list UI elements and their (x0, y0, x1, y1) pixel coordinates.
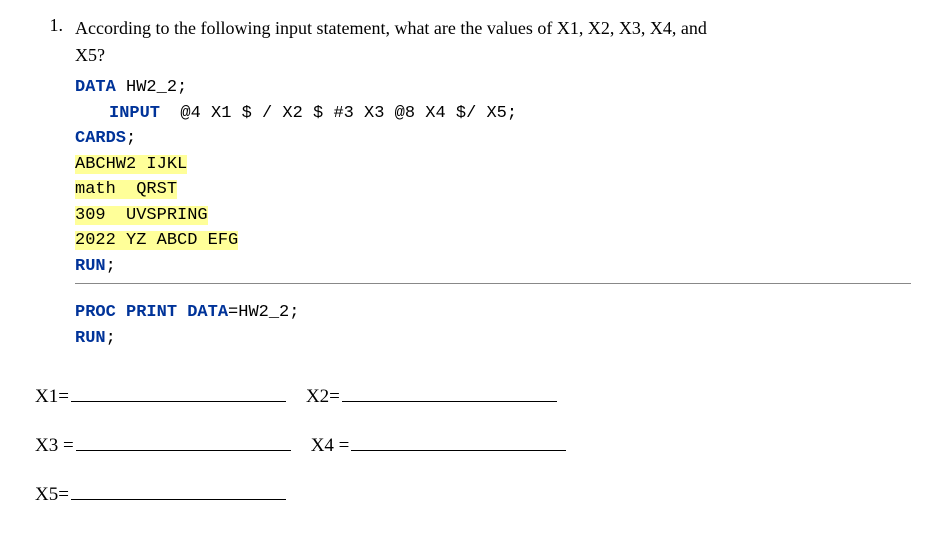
code-line-proc: PROC PRINT DATA=HW2_2; (75, 300, 911, 326)
code-line-run-2: RUN; (75, 326, 911, 352)
code-line-data: DATA HW2_2; (75, 75, 911, 101)
answer-blank-x3[interactable] (76, 430, 291, 451)
keyword-run: RUN (75, 257, 106, 276)
answer-blank-x5[interactable] (71, 479, 286, 500)
answer-blank-x2[interactable] (342, 381, 557, 402)
code-line-input: INPUT @4 X1 $ / X2 $ #3 X3 @8 X4 $/ X5; (75, 101, 911, 127)
keyword-data: DATA (75, 78, 116, 97)
question-text: According to the following input stateme… (75, 15, 911, 69)
answer-label-x1: X1= (35, 386, 69, 408)
answers-section: X1= X2= X3 = X4 = X5= (35, 381, 911, 506)
code-line-run-1: RUN; (75, 254, 911, 280)
answer-label-x5: X5= (35, 484, 69, 506)
keyword-cards: CARDS (75, 129, 126, 148)
question-number: 1. (35, 15, 63, 36)
answer-label-x2: X2= (306, 386, 340, 408)
code-line-cards: CARDS; (75, 126, 911, 152)
answer-label-x3: X3 = (35, 435, 74, 457)
code-data-line-1: ABCHW2 IJKL (75, 152, 911, 178)
keyword-input: INPUT (109, 104, 160, 123)
keyword-proc-print: PROC PRINT (75, 303, 177, 322)
keyword-run-2: RUN (75, 329, 106, 348)
code-data-line-2: math QRST (75, 177, 911, 203)
code-block-1: DATA HW2_2; INPUT @4 X1 $ / X2 $ #3 X3 @… (75, 75, 911, 284)
code-data-line-3: 309 UVSPRING (75, 203, 911, 229)
answer-label-x4: X4 = (311, 435, 350, 457)
code-data-line-4: 2022 YZ ABCD EFG (75, 228, 911, 254)
code-block-2: PROC PRINT DATA=HW2_2; RUN; (75, 300, 911, 351)
question-line-1: According to the following input stateme… (75, 18, 707, 38)
question-line-2: X5? (75, 45, 105, 65)
answer-blank-x1[interactable] (71, 381, 286, 402)
answer-blank-x4[interactable] (351, 430, 566, 451)
